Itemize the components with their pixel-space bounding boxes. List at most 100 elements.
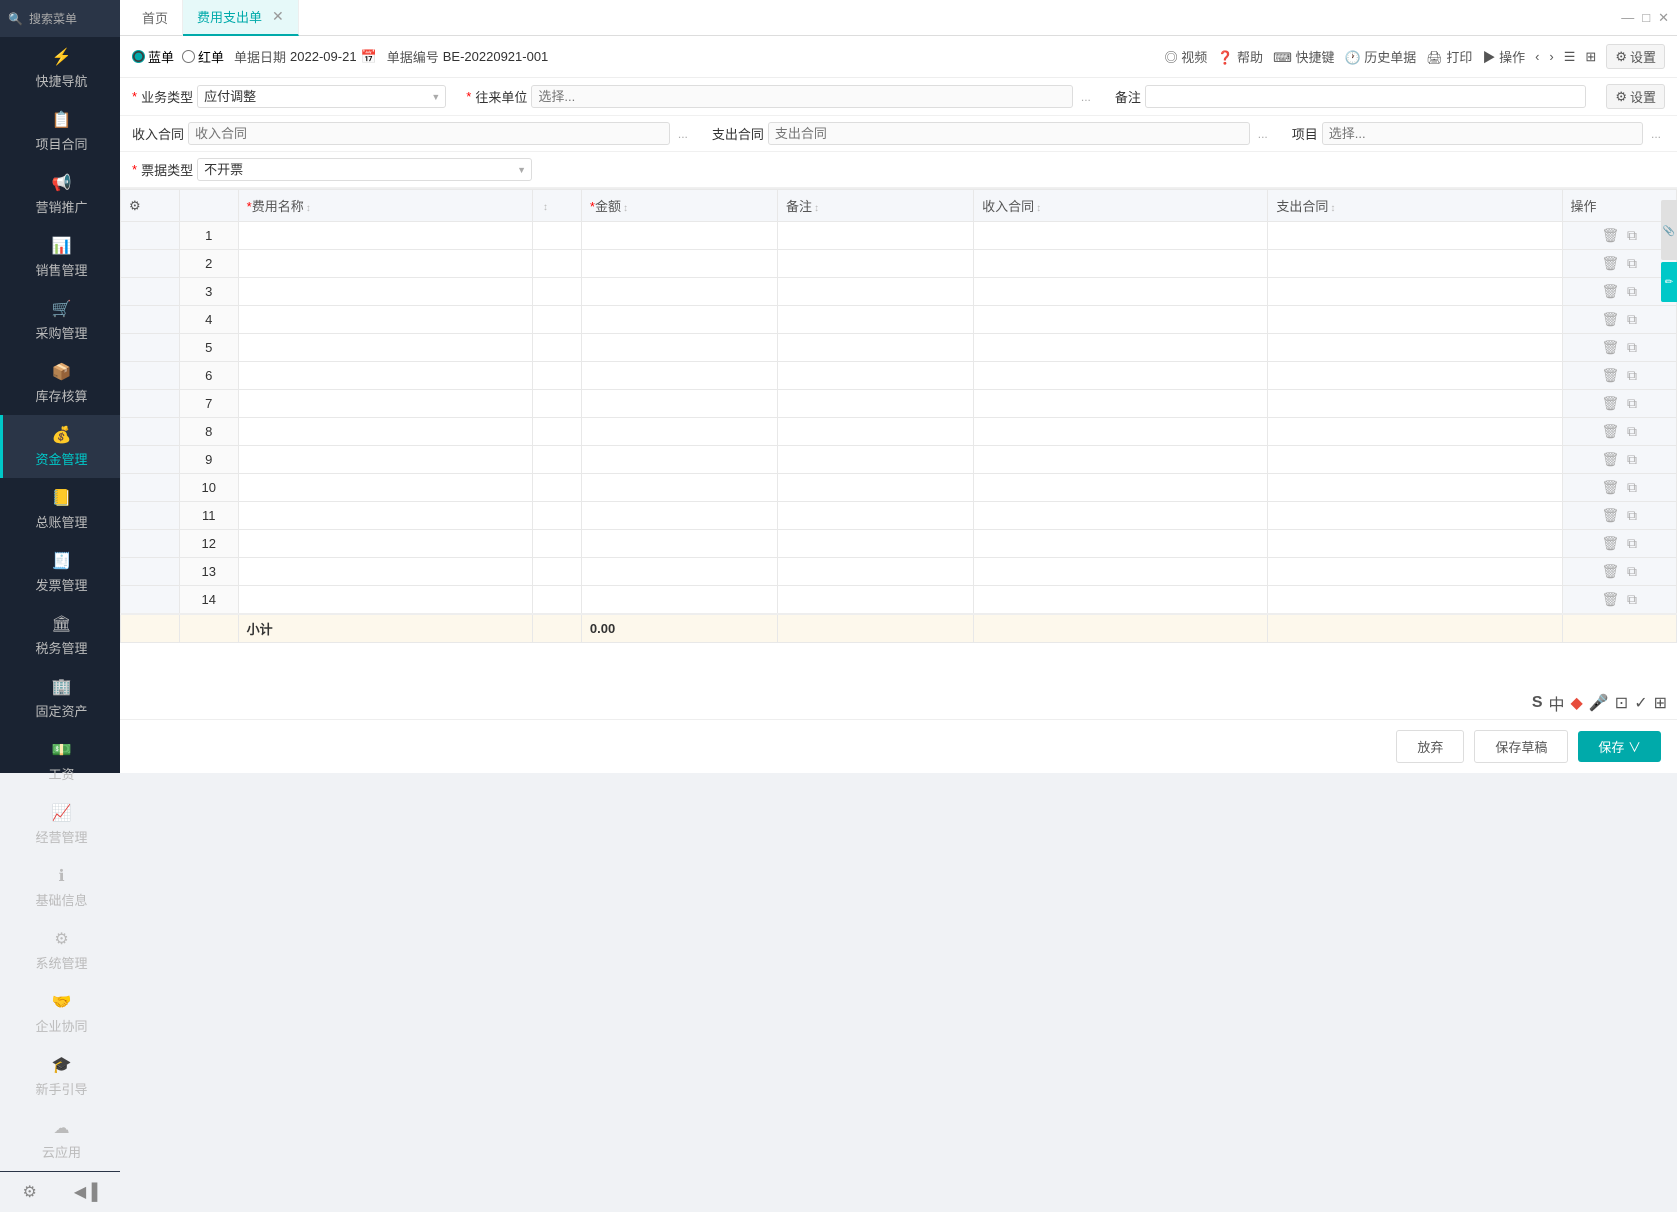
row-amount-5[interactable] <box>581 334 777 362</box>
row-amount-3[interactable] <box>581 278 777 306</box>
row-amount-10[interactable] <box>581 474 777 502</box>
set-button[interactable]: ⚙ 设置 <box>1606 44 1665 69</box>
delete-row-7-button[interactable]: 🗑 <box>1602 395 1620 411</box>
copy-row-4-button[interactable]: ⧉ <box>1627 311 1637 327</box>
row-income-6[interactable] <box>974 362 1268 390</box>
delete-row-10-button[interactable]: 🗑 <box>1602 479 1620 495</box>
sidebar-item-purchase[interactable]: 🛒 采购管理 <box>0 289 120 352</box>
row-remark-2[interactable] <box>778 250 974 278</box>
row-income-8[interactable] <box>974 418 1268 446</box>
row-name-13[interactable] <box>238 558 532 586</box>
radio-blue[interactable] <box>132 50 145 63</box>
diamond-icon[interactable]: ◆ <box>1571 693 1583 713</box>
row-income-5[interactable] <box>974 334 1268 362</box>
delete-row-3-button[interactable]: 🗑 <box>1602 283 1620 299</box>
row-income-10[interactable] <box>974 474 1268 502</box>
to-unit-ellipsis[interactable]: ... <box>1077 90 1095 104</box>
row-expense-3[interactable] <box>1268 278 1562 306</box>
sidebar-item-new-guide[interactable]: 🎓 新手引导 <box>0 1045 120 1108</box>
income-contract-input[interactable] <box>188 122 670 145</box>
row-name-3[interactable] <box>238 278 532 306</box>
row-remark-11[interactable] <box>778 502 974 530</box>
delete-row-9-button[interactable]: 🗑 <box>1602 451 1620 467</box>
delete-row-13-button[interactable]: 🗑 <box>1602 563 1620 579</box>
row-remark-3[interactable] <box>778 278 974 306</box>
expense-contract-input[interactable] <box>768 122 1250 145</box>
row-remark-9[interactable] <box>778 446 974 474</box>
delete-row-11-button[interactable]: 🗑 <box>1602 507 1620 523</box>
sidebar-item-salary[interactable]: 💵 工资 <box>0 730 120 793</box>
mic-icon[interactable]: 🎤 <box>1589 693 1609 713</box>
tab-expense-form[interactable]: 费用支出单 ✕ <box>183 0 299 36</box>
check-icon[interactable]: ✓ <box>1634 693 1647 713</box>
row-amount-7[interactable] <box>581 390 777 418</box>
row-expense-13[interactable] <box>1268 558 1562 586</box>
print-link[interactable]: 🖨 打印 <box>1426 47 1472 66</box>
sidebar-item-marketing[interactable]: 📢 营销推广 <box>0 163 120 226</box>
project-input[interactable] <box>1322 122 1643 145</box>
copy-row-1-button[interactable]: ⧉ <box>1627 227 1637 243</box>
delete-row-4-button[interactable]: 🗑 <box>1602 311 1620 327</box>
save-draft-button[interactable]: 保存草稿 <box>1474 730 1568 763</box>
delete-row-14-button[interactable]: 🗑 <box>1602 591 1620 607</box>
row-expense-8[interactable] <box>1268 418 1562 446</box>
copy-row-8-button[interactable]: ⧉ <box>1627 423 1637 439</box>
copy-row-7-button[interactable]: ⧉ <box>1627 395 1637 411</box>
copy-row-6-button[interactable]: ⧉ <box>1627 367 1637 383</box>
th-sort[interactable]: ↕ <box>532 190 581 222</box>
income-contract-ellipsis[interactable]: ... <box>674 127 692 141</box>
table-icon[interactable]: ⊡ <box>1615 693 1628 713</box>
row-remark-12[interactable] <box>778 530 974 558</box>
video-link[interactable]: ◎ 视频 <box>1165 47 1208 66</box>
copy-row-3-button[interactable]: ⧉ <box>1627 283 1637 299</box>
row-expense-5[interactable] <box>1268 334 1562 362</box>
row-remark-13[interactable] <box>778 558 974 586</box>
minimize-button[interactable]: — <box>1621 10 1634 26</box>
settings-icon[interactable]: ⚙ <box>23 1182 37 1202</box>
row-amount-11[interactable] <box>581 502 777 530</box>
row-amount-8[interactable] <box>581 418 777 446</box>
field-set-button[interactable]: ⚙ 设置 <box>1606 84 1665 109</box>
delete-row-6-button[interactable]: 🗑 <box>1602 367 1620 383</box>
row-remark-4[interactable] <box>778 306 974 334</box>
row-remark-14[interactable] <box>778 586 974 614</box>
sidebar-item-sys-mgmt[interactable]: ⚙ 系统管理 <box>0 919 120 982</box>
th-amount[interactable]: *金额↕ <box>581 190 777 222</box>
row-name-6[interactable] <box>238 362 532 390</box>
sidebar-item-ledger[interactable]: 📒 总账管理 <box>0 478 120 541</box>
delete-row-2-button[interactable]: 🗑 <box>1602 255 1620 271</box>
radio-blue-label[interactable]: 蓝单 <box>132 47 174 66</box>
row-name-14[interactable] <box>238 586 532 614</box>
row-name-9[interactable] <box>238 446 532 474</box>
row-amount-14[interactable] <box>581 586 777 614</box>
delete-row-12-button[interactable]: 🗑 <box>1602 535 1620 551</box>
row-remark-8[interactable] <box>778 418 974 446</box>
row-amount-13[interactable] <box>581 558 777 586</box>
row-remark-10[interactable] <box>778 474 974 502</box>
row-income-12[interactable] <box>974 530 1268 558</box>
right-tool-2[interactable]: ✏ <box>1661 262 1677 302</box>
row-name-12[interactable] <box>238 530 532 558</box>
row-name-8[interactable] <box>238 418 532 446</box>
sidebar-item-invoice[interactable]: 🧾 发票管理 <box>0 541 120 604</box>
row-amount-6[interactable] <box>581 362 777 390</box>
discard-button[interactable]: 放弃 <box>1396 730 1464 763</box>
row-income-14[interactable] <box>974 586 1268 614</box>
row-income-2[interactable] <box>974 250 1268 278</box>
operations-link[interactable]: ▶ 操作 <box>1482 47 1525 66</box>
th-name[interactable]: *费用名称↕ <box>238 190 532 222</box>
sidebar-item-cloud-apps[interactable]: ☁ 云应用 <box>0 1108 120 1171</box>
remark-input[interactable] <box>1145 85 1586 108</box>
row-expense-6[interactable] <box>1268 362 1562 390</box>
volume-icon[interactable]: ◀▐ <box>74 1182 98 1202</box>
tab-close-icon[interactable]: ✕ <box>272 8 284 25</box>
row-income-9[interactable] <box>974 446 1268 474</box>
sidebar-item-capital[interactable]: 💰 资金管理 <box>0 415 120 478</box>
row-expense-7[interactable] <box>1268 390 1562 418</box>
th-expense[interactable]: 支出合同↕ <box>1268 190 1562 222</box>
expense-contract-ellipsis[interactable]: ... <box>1254 127 1272 141</box>
row-income-4[interactable] <box>974 306 1268 334</box>
sidebar-item-corp-collab[interactable]: 🤝 企业协同 <box>0 982 120 1045</box>
row-amount-1[interactable] <box>581 222 777 250</box>
history-link[interactable]: 🕐 历史单据 <box>1344 47 1416 66</box>
